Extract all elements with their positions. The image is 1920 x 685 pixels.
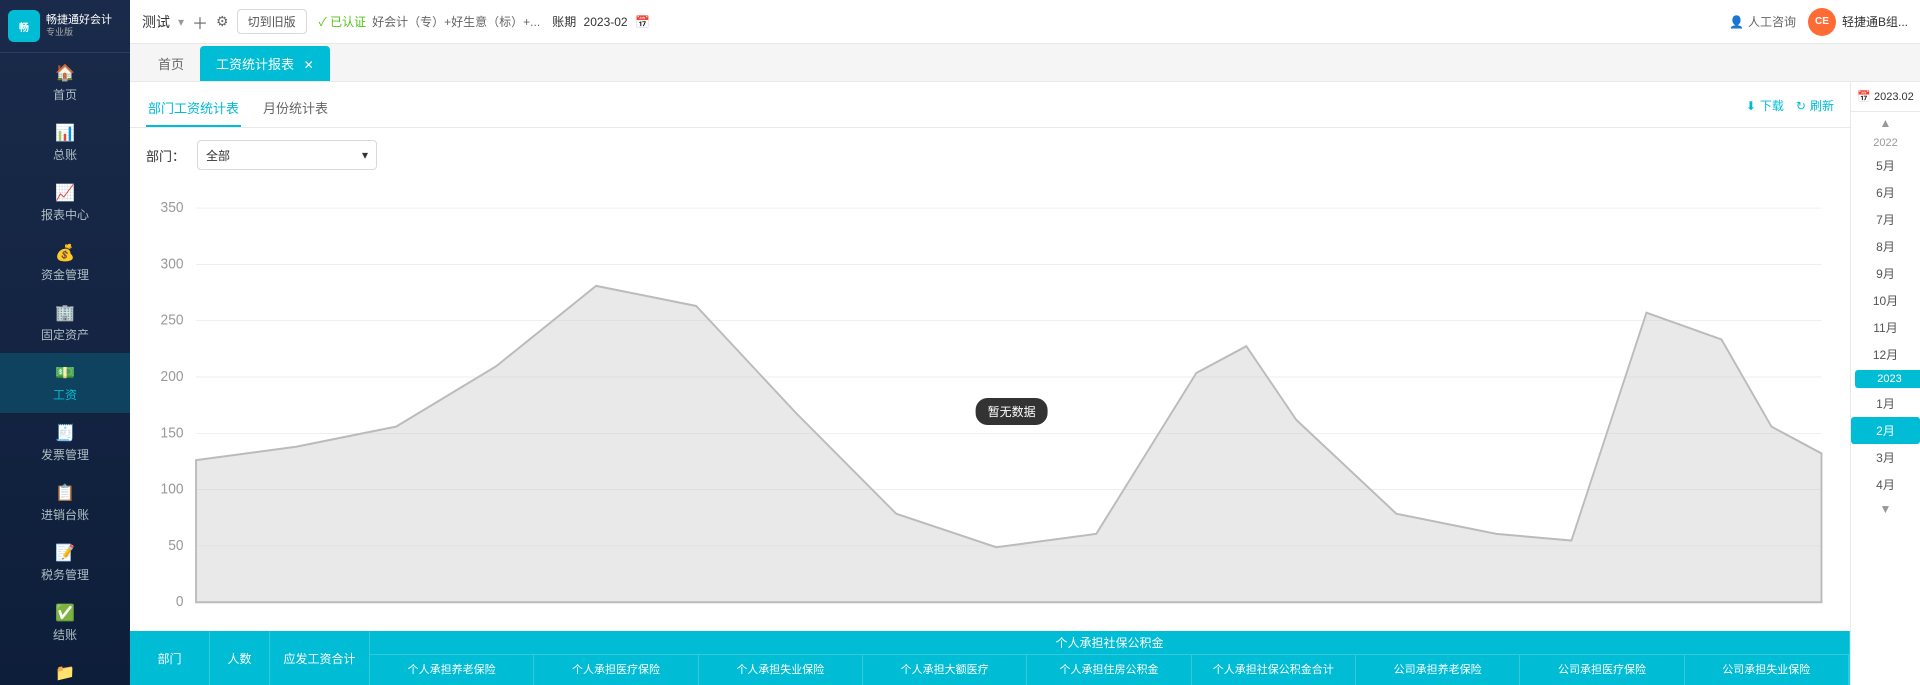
table-header: 部门 人数 应发工资合计 个人承担社保公积金 个人承担养老保险个人承担医疗保险个… — [130, 631, 1850, 685]
logo-icon: 畅 — [8, 10, 40, 42]
sidebar-item-发票管理[interactable]: 🧾发票管理 — [0, 413, 130, 473]
sidebar-item-固定资产[interactable]: 🏢固定资产 — [0, 293, 130, 353]
refresh-icon: ↻ — [1796, 99, 1806, 113]
header-period: 账期 2023-02 📅 — [552, 13, 650, 30]
user-avatar: CE — [1808, 8, 1836, 36]
svg-text:300: 300 — [161, 256, 184, 273]
month-item-11月[interactable]: 11月 — [1851, 314, 1920, 341]
th-dept: 部门 — [130, 631, 210, 685]
th-col-个人承担住房公积金: 个人承担住房公积金 — [1027, 655, 1191, 685]
download-button[interactable]: ⬇ 下载 — [1746, 97, 1784, 114]
header-settings-icon[interactable]: ⚙ — [216, 13, 229, 30]
right-panel: 📅 2023.02 ▲ 20225月6月7月8月9月10月11月12月 2023 1… — [1850, 82, 1920, 685]
year-display: 📅 2023.02 — [1851, 82, 1920, 112]
sidebar-item-结账[interactable]: ✅结账 — [0, 593, 130, 653]
sidebar-item-资金管理[interactable]: 💰资金管理 — [0, 233, 130, 293]
th-col-个人承担失业保险: 个人承担失业保险 — [699, 655, 863, 685]
main-area: 测试 ▾ ＋ ⚙ 切到旧版 ✓ 已认证 好会计（专）+好生意（标）+... 账期… — [130, 0, 1920, 685]
month-item-8月[interactable]: 8月 — [1851, 233, 1920, 260]
filter-row: 部门： 全部 ▾ — [130, 128, 1850, 182]
th-col-个人承担大额医疗: 个人承担大额医疗 — [863, 655, 1027, 685]
month-item-6月[interactable]: 6月 — [1851, 179, 1920, 206]
sub-tab-actions: ⬇ 下载 ↻ 刷新 — [1746, 97, 1834, 122]
tab-salary-report[interactable]: 工资统计报表 ✕ — [200, 46, 330, 81]
th-col-个人承担养老保险: 个人承担养老保险 — [370, 655, 534, 685]
svg-text:250: 250 — [161, 312, 184, 329]
th-personal-insurance-group: 个人承担社保公积金 — [370, 631, 1849, 655]
months-list: 20225月6月7月8月9月10月11月12月 2023 1月2月3月4月 — [1851, 134, 1920, 498]
logo-text: 畅捷通好会计 专业版 — [46, 13, 112, 39]
service-button[interactable]: 👤 人工咨询 — [1729, 13, 1796, 30]
th-total-salary: 应发工资合计 — [270, 631, 370, 685]
calendar-icon[interactable]: 📅 — [635, 15, 650, 29]
month-item-3月[interactable]: 3月 — [1851, 444, 1920, 471]
header-badges: ✓ 已认证 好会计（专）+好生意（标）+... — [319, 13, 541, 30]
sub-tab-dept[interactable]: 部门工资统计表 — [146, 92, 241, 127]
user-menu[interactable]: CE 轻捷通B组... — [1808, 8, 1908, 36]
th-col-公司承担养老保险: 公司承担养老保险 — [1356, 655, 1520, 685]
svg-text:50: 50 — [168, 538, 183, 555]
svg-text:150: 150 — [161, 425, 184, 442]
sidebar-item-首页[interactable]: 🏠首页 — [0, 53, 130, 113]
th-col-个人承担社保公积金合计: 个人承担社保公积金合计 — [1192, 655, 1356, 685]
sidebar-item-归档管理[interactable]: 📁归档管理 — [0, 653, 130, 685]
header: 测试 ▾ ＋ ⚙ 切到旧版 ✓ 已认证 好会计（专）+好生意（标）+... 账期… — [130, 0, 1920, 44]
th-col-公司承担失业保险: 公司承担失业保险 — [1685, 655, 1849, 685]
svg-text:200: 200 — [161, 369, 184, 386]
sub-tabs: 部门工资统计表 月份统计表 ⬇ 下载 ↻ 刷新 — [130, 82, 1850, 128]
sidebar-item-工资[interactable]: 💵工资 — [0, 353, 130, 413]
header-title: 测试 — [142, 12, 170, 32]
month-item-2月[interactable]: 2月 — [1851, 417, 1920, 444]
refresh-button[interactable]: ↻ 刷新 — [1796, 97, 1834, 114]
sidebar-nav: 🏠首页📊总账📈报表中心💰资金管理🏢固定资产💵工资🧾发票管理📋进销台账📝税务管理✅… — [0, 53, 130, 685]
header-dropdown-icon[interactable]: ▾ — [178, 15, 184, 29]
month-item-12月[interactable]: 12月 — [1851, 341, 1920, 368]
th-col-个人承担医疗保险: 个人承担医疗保险 — [534, 655, 698, 685]
tabs-bar: 首页 工资统计报表 ✕ — [130, 44, 1920, 82]
sub-tab-month[interactable]: 月份统计表 — [261, 92, 330, 127]
sidebar-item-报表中心[interactable]: 📈报表中心 — [0, 173, 130, 233]
sidebar-item-总账[interactable]: 📊总账 — [0, 113, 130, 173]
month-item-1月[interactable]: 1月 — [1851, 390, 1920, 417]
sidebar: 畅 畅捷通好会计 专业版 🏠首页📊总账📈报表中心💰资金管理🏢固定资产💵工资🧾发票… — [0, 0, 130, 685]
month-item-10月[interactable]: 10月 — [1851, 287, 1920, 314]
svg-text:350: 350 — [161, 200, 184, 217]
service-icon: 👤 — [1729, 15, 1744, 29]
current-year-label: 2023 — [1855, 370, 1920, 388]
svg-text:0: 0 — [176, 594, 184, 611]
svg-text:100: 100 — [161, 481, 184, 498]
tab-close-icon[interactable]: ✕ — [304, 58, 314, 72]
header-right: 👤 人工咨询 CE 轻捷通B组... — [1729, 8, 1908, 36]
month-item-7月[interactable]: 7月 — [1851, 206, 1920, 233]
header-add-button[interactable]: ＋ — [192, 10, 208, 34]
th-col-公司承担医疗保险: 公司承担医疗保险 — [1520, 655, 1684, 685]
year-up-button[interactable]: ▲ — [1851, 112, 1920, 134]
month-item-9月[interactable]: 9月 — [1851, 260, 1920, 287]
prev-year-label: 2022 — [1851, 134, 1920, 152]
month-item-4月[interactable]: 4月 — [1851, 471, 1920, 498]
chevron-down-icon: ▾ — [362, 148, 368, 162]
sidebar-item-进销台账[interactable]: 📋进销台账 — [0, 473, 130, 533]
filter-label: 部门： — [146, 146, 185, 165]
year-down-button[interactable]: ▼ — [1851, 498, 1920, 520]
download-icon: ⬇ — [1746, 99, 1756, 113]
badges-text: 好会计（专）+好生意（标）+... — [372, 13, 540, 30]
switch-old-version-button[interactable]: 切到旧版 — [237, 9, 307, 34]
month-item-5月[interactable]: 5月 — [1851, 152, 1920, 179]
calendar-small-icon: 📅 — [1857, 90, 1871, 103]
sidebar-logo[interactable]: 畅 畅捷通好会计 专业版 — [0, 0, 130, 53]
th-group-cols: 个人承担养老保险个人承担医疗保险个人承担失业保险个人承担大额医疗个人承担住房公积… — [370, 655, 1849, 685]
user-name: 轻捷通B组... — [1842, 13, 1908, 30]
chart-container: 350 300 250 200 150 100 50 0 — [130, 182, 1850, 631]
tab-home[interactable]: 首页 — [142, 46, 200, 81]
sidebar-item-税务管理[interactable]: 📝税务管理 — [0, 533, 130, 593]
dept-select[interactable]: 全部 ▾ — [197, 140, 377, 170]
certified-badge: ✓ 已认证 — [319, 13, 367, 30]
content-area: 部门工资统计表 月份统计表 ⬇ 下载 ↻ 刷新 部门： 全部 — [130, 82, 1850, 685]
th-count: 人数 — [210, 631, 270, 685]
chart-svg: 350 300 250 200 150 100 50 0 — [146, 192, 1834, 621]
